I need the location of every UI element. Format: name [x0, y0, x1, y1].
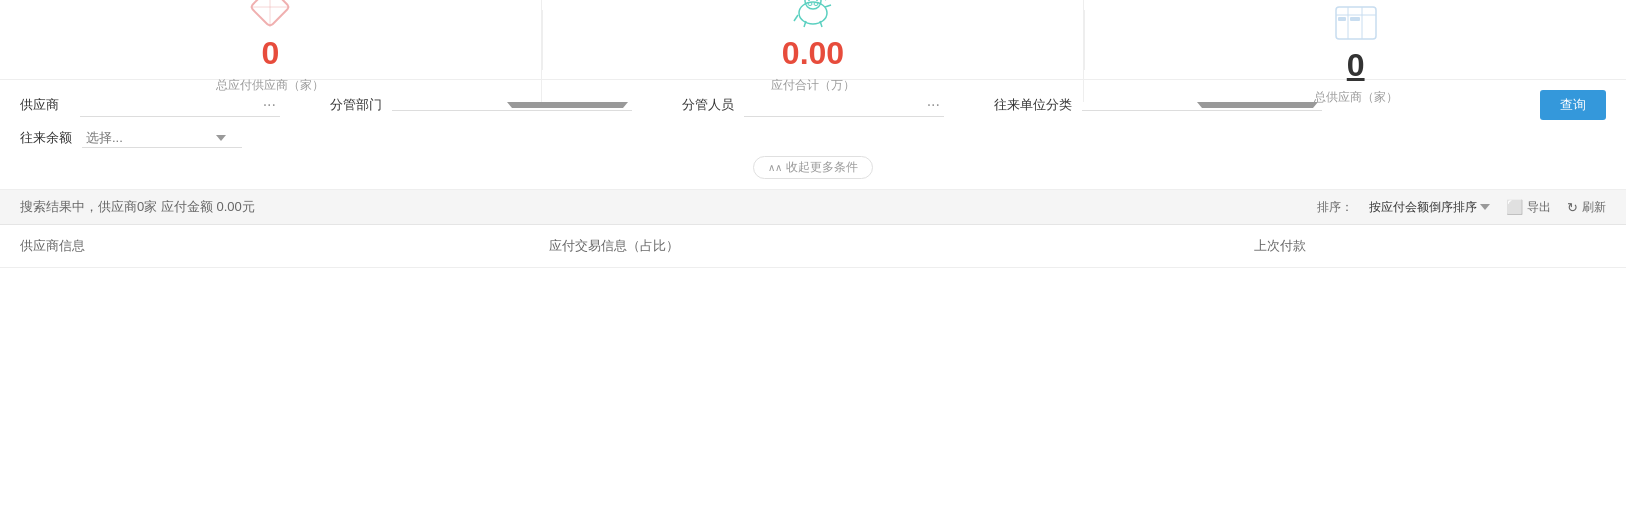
svg-point-4	[805, 0, 821, 9]
stats-bar: 0 总应付供应商（家）	[0, 0, 1626, 80]
payable-total-count: 0.00	[782, 34, 844, 72]
filter-row-2: 往来余额	[20, 128, 1606, 148]
svg-rect-17	[1338, 17, 1346, 21]
stat-total-payable-suppliers: 0 总应付供应商（家）	[0, 0, 542, 102]
dept-label: 分管部门	[330, 96, 382, 114]
stat-total-suppliers: 快速录单的快捷键说明在这里 × 0 总供应商（家）	[1085, 0, 1626, 114]
export-button[interactable]: ⬜ 导出	[1506, 199, 1551, 216]
svg-rect-18	[1350, 17, 1360, 21]
dept-chevron-icon	[507, 102, 628, 108]
refresh-icon: ↻	[1567, 200, 1578, 215]
supplier-input[interactable]	[84, 97, 214, 112]
total-suppliers-label: 总供应商（家）	[1314, 89, 1398, 106]
payable-total-label: 应付合计（万）	[771, 77, 855, 94]
total-payable-count: 0	[261, 34, 279, 72]
supplier-input-wrap[interactable]: ···	[80, 94, 280, 117]
sort-label: 排序：	[1317, 199, 1353, 216]
total-payable-label: 总应付供应商（家）	[216, 77, 324, 94]
svg-line-10	[794, 15, 798, 21]
export-icon: ⬜	[1506, 199, 1523, 215]
svg-point-7	[808, 0, 810, 1]
refresh-button[interactable]: ↻ 刷新	[1567, 199, 1606, 216]
sort-value: 按应付会额倒序排序	[1369, 199, 1477, 216]
person-label: 分管人员	[682, 96, 734, 114]
refresh-label: 刷新	[1582, 199, 1606, 216]
svg-line-9	[825, 5, 831, 7]
svg-point-8	[816, 0, 818, 1]
balance-chevron-icon	[216, 135, 226, 141]
stat-payable-total: 0.00 应付合计（万）	[543, 0, 1085, 102]
dept-select-wrap[interactable]	[392, 100, 632, 111]
result-summary: 搜索结果中，供应商0家 应付金额 0.00元	[20, 198, 1317, 216]
svg-point-3	[799, 2, 827, 24]
total-suppliers-count[interactable]: 0	[1347, 46, 1365, 84]
svg-rect-13	[1336, 7, 1376, 39]
sort-select[interactable]: 按应付会额倒序排序	[1369, 199, 1490, 216]
supplier-dots-button[interactable]: ···	[263, 96, 276, 114]
collapse-up-icon: ∧∧	[768, 162, 782, 173]
table-col-payable-info: 应付交易信息（占比）	[549, 237, 1254, 255]
unit-class-label: 往来单位分类	[994, 96, 1072, 114]
collapse-label: 收起更多条件	[786, 159, 858, 176]
person-dots-button[interactable]: ···	[927, 96, 940, 114]
svg-point-6	[814, 3, 818, 6]
table-body	[0, 268, 1626, 515]
balance-input[interactable]	[86, 130, 216, 145]
balance-select-wrap[interactable]	[82, 128, 242, 148]
table-col-supplier-info: 供应商信息	[20, 237, 549, 255]
svg-point-5	[808, 3, 812, 6]
table-col-last-payment: 上次付款	[1254, 237, 1606, 255]
table-header: 供应商信息 应付交易信息（占比） 上次付款	[0, 225, 1626, 268]
balance-label: 往来余额	[20, 129, 72, 147]
export-label: 导出	[1527, 199, 1551, 216]
collapse-bar: ∧∧ 收起更多条件	[20, 156, 1606, 179]
pig-icon	[788, 0, 838, 32]
person-input-wrap[interactable]: ···	[744, 94, 944, 117]
sort-chevron-icon	[1480, 204, 1490, 210]
supplier-label: 供应商	[20, 96, 70, 114]
result-bar: 搜索结果中，供应商0家 应付金额 0.00元 排序： 按应付会额倒序排序 ⬜ 导…	[0, 190, 1626, 225]
chart-icon	[1334, 5, 1378, 44]
diamond-icon	[248, 0, 292, 32]
collapse-button[interactable]: ∧∧ 收起更多条件	[753, 156, 873, 179]
person-input[interactable]	[748, 97, 878, 112]
result-actions: 排序： 按应付会额倒序排序 ⬜ 导出 ↻ 刷新	[1317, 199, 1606, 216]
